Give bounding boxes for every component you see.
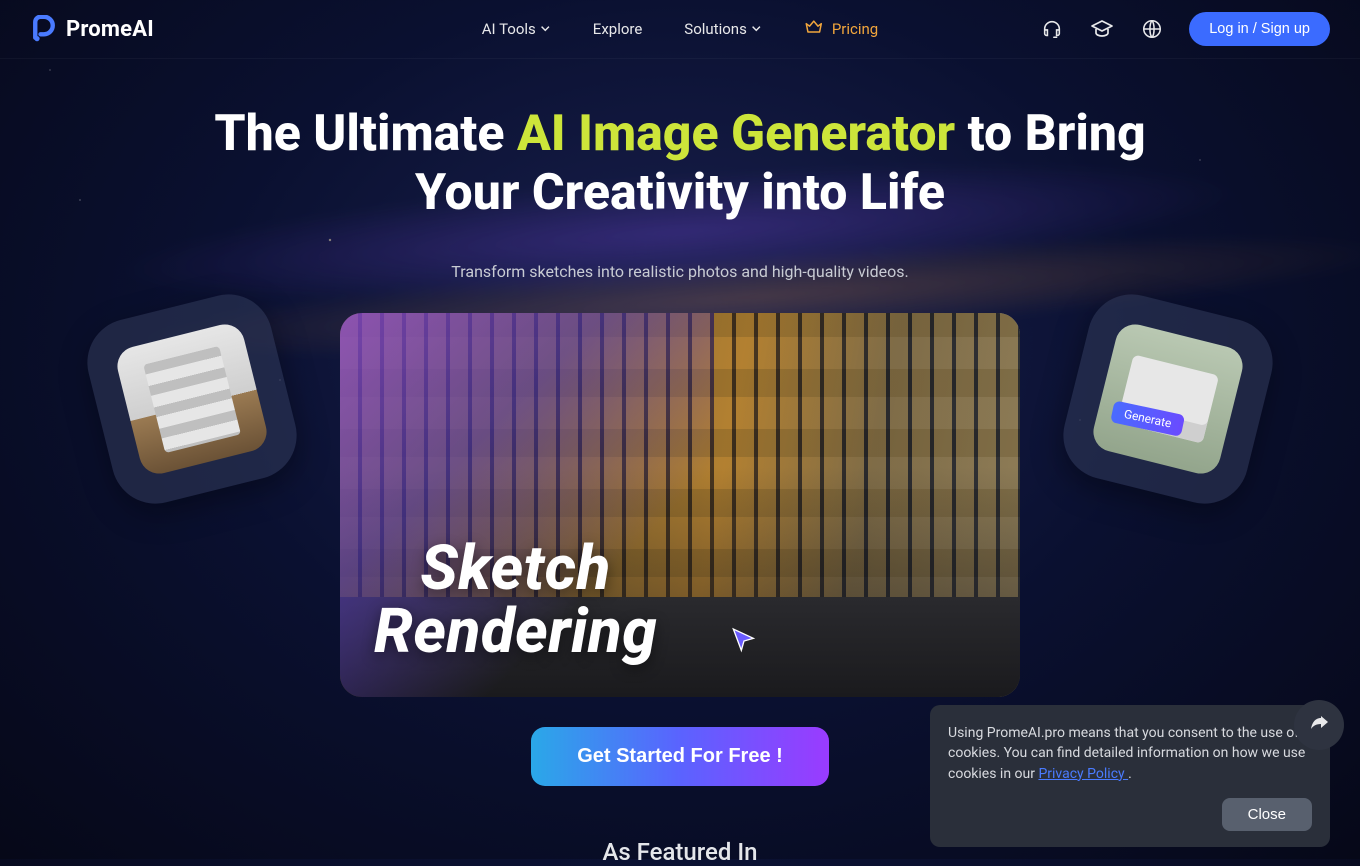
floating-tile-left[interactable] bbox=[78, 285, 306, 513]
share-button[interactable] bbox=[1294, 700, 1344, 750]
nav-pricing-label: Pricing bbox=[832, 20, 878, 38]
nav-ai-tools[interactable]: AI Tools bbox=[482, 20, 551, 38]
cookie-toast: Using PromeAI.pro means that you consent… bbox=[930, 705, 1330, 847]
nav-solutions[interactable]: Solutions bbox=[684, 20, 762, 38]
hero-title-pre: The Ultimate bbox=[214, 105, 517, 163]
tile-left-image bbox=[113, 320, 271, 478]
nav-pricing[interactable]: Pricing bbox=[804, 17, 878, 41]
privacy-policy-link[interactable]: Privacy Policy bbox=[1038, 766, 1128, 782]
top-nav: PromeAI AI Tools Explore Solutions Prici… bbox=[0, 0, 1360, 59]
cookie-close-button[interactable]: Close bbox=[1222, 798, 1312, 831]
nav-explore[interactable]: Explore bbox=[593, 20, 643, 38]
hero-stage: Sketch Rendering Generate bbox=[20, 313, 1340, 697]
hero-feature-card[interactable]: Sketch Rendering bbox=[340, 313, 1020, 697]
hero-title-highlight: AI Image Generator bbox=[517, 105, 955, 163]
feature-title-line1: Sketch bbox=[374, 537, 657, 600]
language-globe-icon[interactable] bbox=[1139, 16, 1165, 42]
get-started-button[interactable]: Get Started For Free ! bbox=[531, 727, 829, 786]
hero-title: The Ultimate AI Image Generator to Bring… bbox=[200, 105, 1160, 222]
floating-tile-right[interactable]: Generate bbox=[1054, 285, 1282, 513]
hero-subtitle: Transform sketches into realistic photos… bbox=[20, 262, 1340, 281]
nav-solutions-label: Solutions bbox=[684, 20, 747, 38]
brand-logo[interactable]: PromeAI bbox=[30, 15, 154, 43]
cookie-text-post: . bbox=[1128, 766, 1132, 782]
chevron-down-icon bbox=[540, 20, 551, 38]
brand-name: PromeAI bbox=[66, 17, 154, 42]
cursor-icon bbox=[728, 625, 760, 661]
nav-center: AI Tools Explore Solutions Pricing bbox=[482, 17, 878, 41]
login-signup-button[interactable]: Log in / Sign up bbox=[1189, 12, 1330, 46]
feature-title-line2: Rendering bbox=[374, 600, 657, 663]
nav-ai-tools-label: AI Tools bbox=[482, 20, 536, 38]
crown-icon bbox=[804, 17, 824, 41]
brand-mark-icon bbox=[30, 15, 58, 43]
nav-right: Log in / Sign up bbox=[1039, 12, 1330, 46]
nav-explore-label: Explore bbox=[593, 20, 643, 38]
academy-cap-icon[interactable] bbox=[1089, 16, 1115, 42]
chevron-down-icon bbox=[751, 20, 762, 38]
share-icon bbox=[1307, 711, 1331, 739]
tile-right-image: Generate bbox=[1089, 320, 1247, 478]
support-headset-icon[interactable] bbox=[1039, 16, 1065, 42]
feature-card-title: Sketch Rendering bbox=[374, 537, 657, 663]
